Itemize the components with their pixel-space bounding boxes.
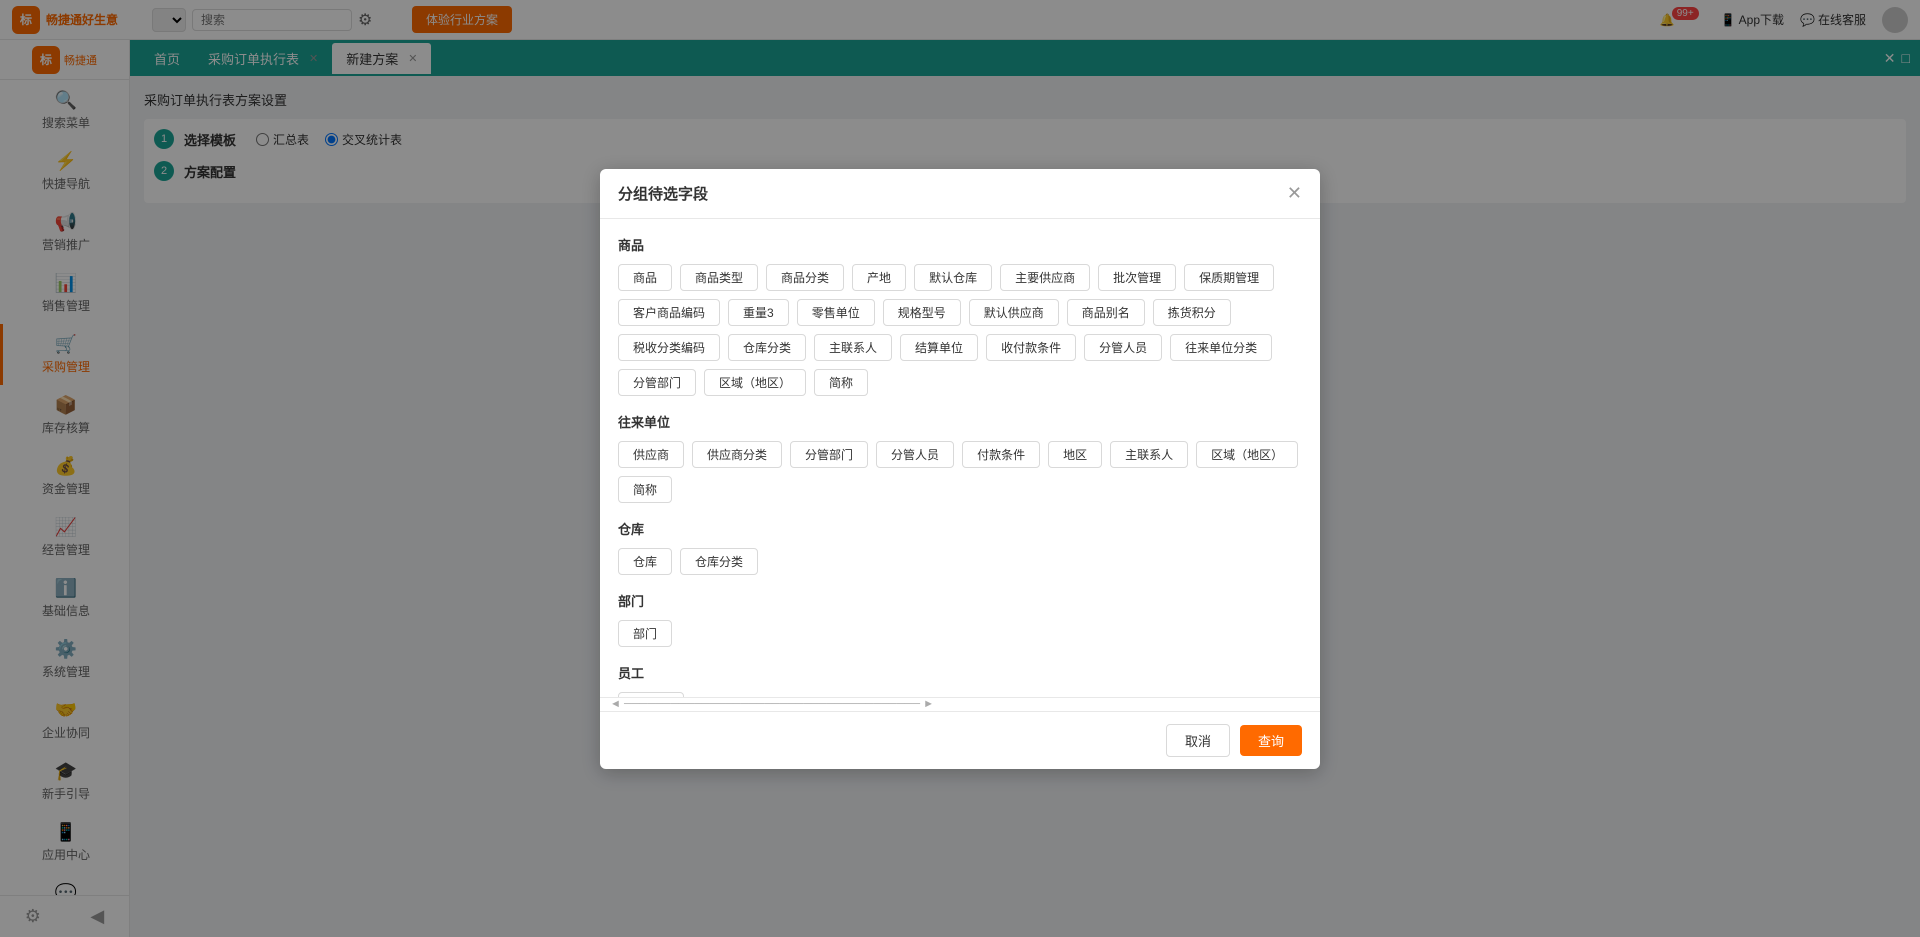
modal-body: 商品商品商品类型商品分类产地默认仓库主要供应商批次管理保质期管理客户商品编码重量… [600, 219, 1320, 697]
field-tag-主联系人[interactable]: 主联系人 [814, 334, 892, 361]
field-tag-商品[interactable]: 商品 [618, 264, 672, 291]
field-tag-税收分类编码[interactable]: 税收分类编码 [618, 334, 720, 361]
field-tags-部门: 部门 [618, 620, 1302, 647]
field-section-仓库: 仓库仓库仓库分类 [618, 519, 1302, 575]
field-section-往来单位: 往来单位供应商供应商分类分管部门分管人员付款条件地区主联系人区域（地区） 简称 [618, 412, 1302, 503]
field-section-员工: 员工业务员 [618, 663, 1302, 697]
field-tags-往来单位: 供应商供应商分类分管部门分管人员付款条件地区主联系人区域（地区） 简称 [618, 441, 1302, 503]
field-tag-付款条件[interactable]: 付款条件 [962, 441, 1040, 468]
field-tag-默认仓库[interactable]: 默认仓库 [914, 264, 992, 291]
modal-overlay: 分组待选字段 ✕ 商品商品商品类型商品分类产地默认仓库主要供应商批次管理保质期管… [0, 0, 1920, 937]
field-tags-商品: 商品商品类型商品分类产地默认仓库主要供应商批次管理保质期管理客户商品编码重量3 零… [618, 264, 1302, 396]
field-tag-商品别名[interactable]: 商品别名 [1067, 299, 1145, 326]
field-tag-零售单位[interactable]: 零售单位 [797, 299, 875, 326]
field-tag-简称[interactable]: 简称 [814, 369, 868, 396]
field-tag-供应商[interactable]: 供应商 [618, 441, 684, 468]
field-tag-结算单位[interactable]: 结算单位 [900, 334, 978, 361]
field-tag-保质期管理[interactable]: 保质期管理 [1184, 264, 1274, 291]
field-tag-区域（地区）[interactable]: 区域（地区） [704, 369, 806, 396]
field-tag-收付款条件[interactable]: 收付款条件 [986, 334, 1076, 361]
field-tag-分管人员[interactable]: 分管人员 [1084, 334, 1162, 361]
field-tag-主要供应商[interactable]: 主要供应商 [1000, 264, 1090, 291]
field-tag-地区[interactable]: 地区 [1048, 441, 1102, 468]
modal-horizontal-scroll[interactable]: ◄ ──────────────────────────────────────… [600, 697, 1320, 711]
field-tag-分管部门[interactable]: 分管部门 [790, 441, 868, 468]
field-tag-商品分类[interactable]: 商品分类 [766, 264, 844, 291]
field-tag-拣货积分[interactable]: 拣货积分 [1153, 299, 1231, 326]
field-tag-部门[interactable]: 部门 [618, 620, 672, 647]
field-tag-重量3[interactable]: 重量3 [728, 299, 789, 326]
field-tag-往来单位分类[interactable]: 往来单位分类 [1170, 334, 1272, 361]
cancel-button[interactable]: 取消 [1166, 724, 1230, 757]
section-title-员工: 员工 [618, 663, 1302, 682]
field-tag-供应商分类[interactable]: 供应商分类 [692, 441, 782, 468]
field-tag-客户商品编码[interactable]: 客户商品编码 [618, 299, 720, 326]
section-title-仓库: 仓库 [618, 519, 1302, 538]
field-tag-仓库[interactable]: 仓库 [618, 548, 672, 575]
field-tag-仓库分类[interactable]: 仓库分类 [680, 548, 758, 575]
field-tag-简称[interactable]: 简称 [618, 476, 672, 503]
section-title-部门: 部门 [618, 591, 1302, 610]
field-tag-分管部门[interactable]: 分管部门 [618, 369, 696, 396]
field-tag-默认供应商[interactable]: 默认供应商 [969, 299, 1059, 326]
field-tag-批次管理[interactable]: 批次管理 [1098, 264, 1176, 291]
modal-footer: 取消 查询 [600, 711, 1320, 769]
field-tag-产地[interactable]: 产地 [852, 264, 906, 291]
section-title-商品: 商品 [618, 235, 1302, 254]
modal-header: 分组待选字段 ✕ [600, 169, 1320, 219]
modal-close-button[interactable]: ✕ [1287, 183, 1302, 204]
modal-dialog: 分组待选字段 ✕ 商品商品商品类型商品分类产地默认仓库主要供应商批次管理保质期管… [600, 169, 1320, 769]
field-section-部门: 部门部门 [618, 591, 1302, 647]
field-tag-商品类型[interactable]: 商品类型 [680, 264, 758, 291]
field-tag-仓库分类[interactable]: 仓库分类 [728, 334, 806, 361]
field-tag-规格型号[interactable]: 规格型号 [883, 299, 961, 326]
field-tag-区域（地区）[interactable]: 区域（地区） [1196, 441, 1298, 468]
section-title-往来单位: 往来单位 [618, 412, 1302, 431]
field-tag-分管人员[interactable]: 分管人员 [876, 441, 954, 468]
confirm-button[interactable]: 查询 [1240, 725, 1302, 756]
field-tag-主联系人[interactable]: 主联系人 [1110, 441, 1188, 468]
field-tags-仓库: 仓库仓库分类 [618, 548, 1302, 575]
field-section-商品: 商品商品商品类型商品分类产地默认仓库主要供应商批次管理保质期管理客户商品编码重量… [618, 235, 1302, 396]
modal-title: 分组待选字段 [618, 183, 708, 204]
